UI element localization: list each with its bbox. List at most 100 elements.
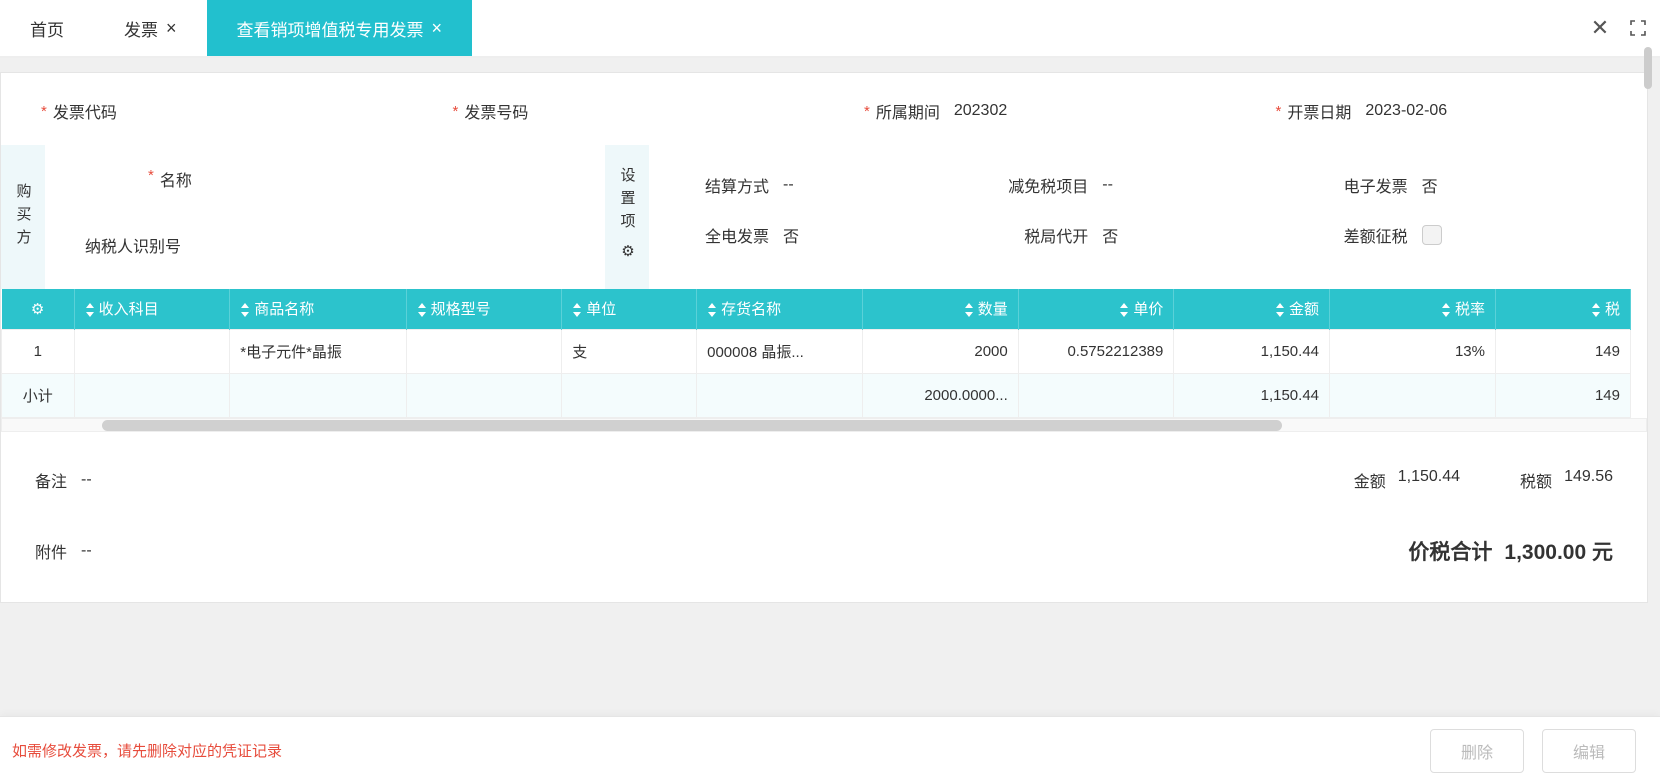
remark-row: 备注 -- 金额 1,150.44 税额 149.56 xyxy=(35,468,1613,492)
th-tax[interactable]: 税 xyxy=(1496,289,1631,329)
th-income-subject[interactable]: 收入科目 xyxy=(74,289,230,329)
table-header: ⚙ 收入科目 商品名称 规格型号 单位 存货名称 数量 单价 金额 税率 税 xyxy=(2,289,1631,329)
th-product-name[interactable]: 商品名称 xyxy=(230,289,406,329)
line-items-table-wrap: ⚙ 收入科目 商品名称 规格型号 单位 存货名称 数量 单价 金额 税率 税 1 xyxy=(1,289,1647,432)
cell-tax: 149 xyxy=(1496,329,1631,373)
exempt-label: 减免税项目 xyxy=(988,173,1088,197)
fullscreen-icon[interactable] xyxy=(1628,18,1648,38)
horizontal-scrollbar[interactable] xyxy=(1,418,1647,432)
tab-view-invoice-label: 查看销项增值税专用发票 xyxy=(237,16,424,41)
settlement-value: -- xyxy=(783,176,794,194)
close-icon[interactable]: × xyxy=(432,18,443,39)
remark-label: 备注 xyxy=(35,468,67,492)
diff-tax-checkbox[interactable] xyxy=(1422,225,1442,245)
diff-tax-label: 差额征税 xyxy=(1308,223,1408,247)
action-buttons: 删除 编辑 xyxy=(1430,729,1636,773)
th-quantity-label: 数量 xyxy=(978,301,1008,318)
th-stock-name-label: 存货名称 xyxy=(721,301,781,318)
foot-amount-label: 金额 xyxy=(1354,468,1386,492)
cell-income-subject xyxy=(74,329,230,373)
total-label: 价税合计 xyxy=(1408,536,1492,566)
invoice-code-field: * 发票代码 xyxy=(1,99,413,123)
settings-section-text: 设置项 xyxy=(617,167,638,236)
horizontal-scrollbar-thumb[interactable] xyxy=(102,420,1282,431)
full-einvoice-label: 全电发票 xyxy=(669,223,769,247)
th-unit-price[interactable]: 单价 xyxy=(1018,289,1174,329)
required-mark: * xyxy=(864,103,870,120)
sort-icon xyxy=(1275,303,1285,317)
th-amount[interactable]: 金额 xyxy=(1174,289,1330,329)
th-amount-label: 金额 xyxy=(1289,301,1319,318)
th-unit-price-label: 单价 xyxy=(1133,301,1163,318)
subtotal-label: 小计 xyxy=(2,373,75,417)
tab-view-invoice[interactable]: 查看销项增值税专用发票 × xyxy=(207,0,473,56)
subtotal-tax: 149 xyxy=(1496,373,1631,417)
buyer-block: * 名称 纳税人识别号 xyxy=(45,145,605,289)
diff-tax-field: 差额征税 xyxy=(1308,217,1627,253)
einvoice-label: 电子发票 xyxy=(1308,173,1408,197)
top-icons: ✕ xyxy=(1590,0,1648,56)
th-income-subject-label: 收入科目 xyxy=(99,301,159,318)
tab-invoice[interactable]: 发票 × xyxy=(94,0,207,56)
cell-unit: 支 xyxy=(562,329,697,373)
delete-button[interactable]: 删除 xyxy=(1430,729,1524,773)
footer-info: 备注 -- 金额 1,150.44 税额 149.56 附件 -- xyxy=(1,432,1647,602)
buyer-taxid-row: 纳税人识别号 xyxy=(73,233,585,257)
top-tab-bar: 首页 发票 × 查看销项增值税专用发票 × ✕ xyxy=(0,0,1660,58)
subtotal-empty xyxy=(1018,373,1174,417)
total-value: 1,300.00 元 xyxy=(1504,536,1613,566)
th-tax-rate[interactable]: 税率 xyxy=(1330,289,1496,329)
bottom-action-bar: 如需修改发票，请先删除对应的凭证记录 删除 编辑 xyxy=(0,716,1660,784)
subtotal-empty xyxy=(697,373,863,417)
subtotal-empty xyxy=(406,373,562,417)
th-quantity[interactable]: 数量 xyxy=(863,289,1019,329)
cell-product-name: *电子元件*晶振 xyxy=(230,329,406,373)
settings-section-label: 设置项 ⚙ xyxy=(605,145,649,289)
attachment-value: -- xyxy=(81,542,92,560)
edit-button[interactable]: 编辑 xyxy=(1542,729,1636,773)
tax-office-label: 税局代开 xyxy=(988,223,1088,247)
th-spec[interactable]: 规格型号 xyxy=(406,289,562,329)
cell-spec xyxy=(406,329,562,373)
sort-icon xyxy=(1441,303,1451,317)
line-items-table: ⚙ 收入科目 商品名称 规格型号 单位 存货名称 数量 单价 金额 税率 税 1 xyxy=(1,289,1631,418)
tab-invoice-label: 发票 xyxy=(124,16,158,41)
th-unit-label: 单位 xyxy=(586,301,616,318)
buyer-section-label: 购买方 xyxy=(1,145,45,289)
sort-icon xyxy=(85,303,95,317)
tab-home-label: 首页 xyxy=(30,16,64,41)
vertical-scrollbar-thumb[interactable] xyxy=(1644,47,1652,89)
required-mark: * xyxy=(1276,103,1282,120)
foot-amount-value: 1,150.44 xyxy=(1398,468,1460,492)
sort-icon xyxy=(240,303,250,317)
th-unit[interactable]: 单位 xyxy=(562,289,697,329)
attachment-label: 附件 xyxy=(35,539,67,563)
th-config[interactable]: ⚙ xyxy=(2,289,75,329)
cell-stock-name: 000008 晶振... xyxy=(697,329,863,373)
close-icon[interactable]: × xyxy=(166,18,177,39)
required-mark: * xyxy=(453,103,459,120)
buyer-section-text: 购买方 xyxy=(13,183,34,252)
cell-unit-price: 0.5752212389 xyxy=(1018,329,1174,373)
gear-icon[interactable]: ⚙ xyxy=(618,242,636,268)
tab-home[interactable]: 首页 xyxy=(0,0,94,56)
full-einvoice-value: 否 xyxy=(783,223,799,247)
close-window-icon[interactable]: ✕ xyxy=(1590,18,1610,38)
buyer-settings-row: 购买方 * 名称 纳税人识别号 设置项 ⚙ 结算方式 -- xyxy=(1,145,1647,289)
vertical-scrollbar[interactable] xyxy=(1640,75,1656,709)
einvoice-value: 否 xyxy=(1422,173,1438,197)
settlement-label: 结算方式 xyxy=(669,173,769,197)
invoice-code-label: 发票代码 xyxy=(53,99,117,123)
full-einvoice-field: 全电发票 否 xyxy=(669,217,988,253)
date-value: 2023-02-06 xyxy=(1365,102,1447,120)
th-stock-name[interactable]: 存货名称 xyxy=(697,289,863,329)
table-row[interactable]: 1 *电子元件*晶振 支 000008 晶振... 2000 0.5752212… xyxy=(2,329,1631,373)
period-label: 所属期间 xyxy=(876,99,940,123)
buyer-name-label: 名称 xyxy=(160,167,192,191)
sort-icon xyxy=(964,303,974,317)
cell-amount: 1,150.44 xyxy=(1174,329,1330,373)
content-scroll[interactable]: * 发票代码 * 发票号码 * 所属期间 202302 * 开票日期 2023-… xyxy=(0,58,1660,716)
cell-tax-rate: 13% xyxy=(1330,329,1496,373)
header-info-row: * 发票代码 * 发票号码 * 所属期间 202302 * 开票日期 2023-… xyxy=(1,73,1647,145)
buyer-name-row: * 名称 xyxy=(73,167,585,191)
